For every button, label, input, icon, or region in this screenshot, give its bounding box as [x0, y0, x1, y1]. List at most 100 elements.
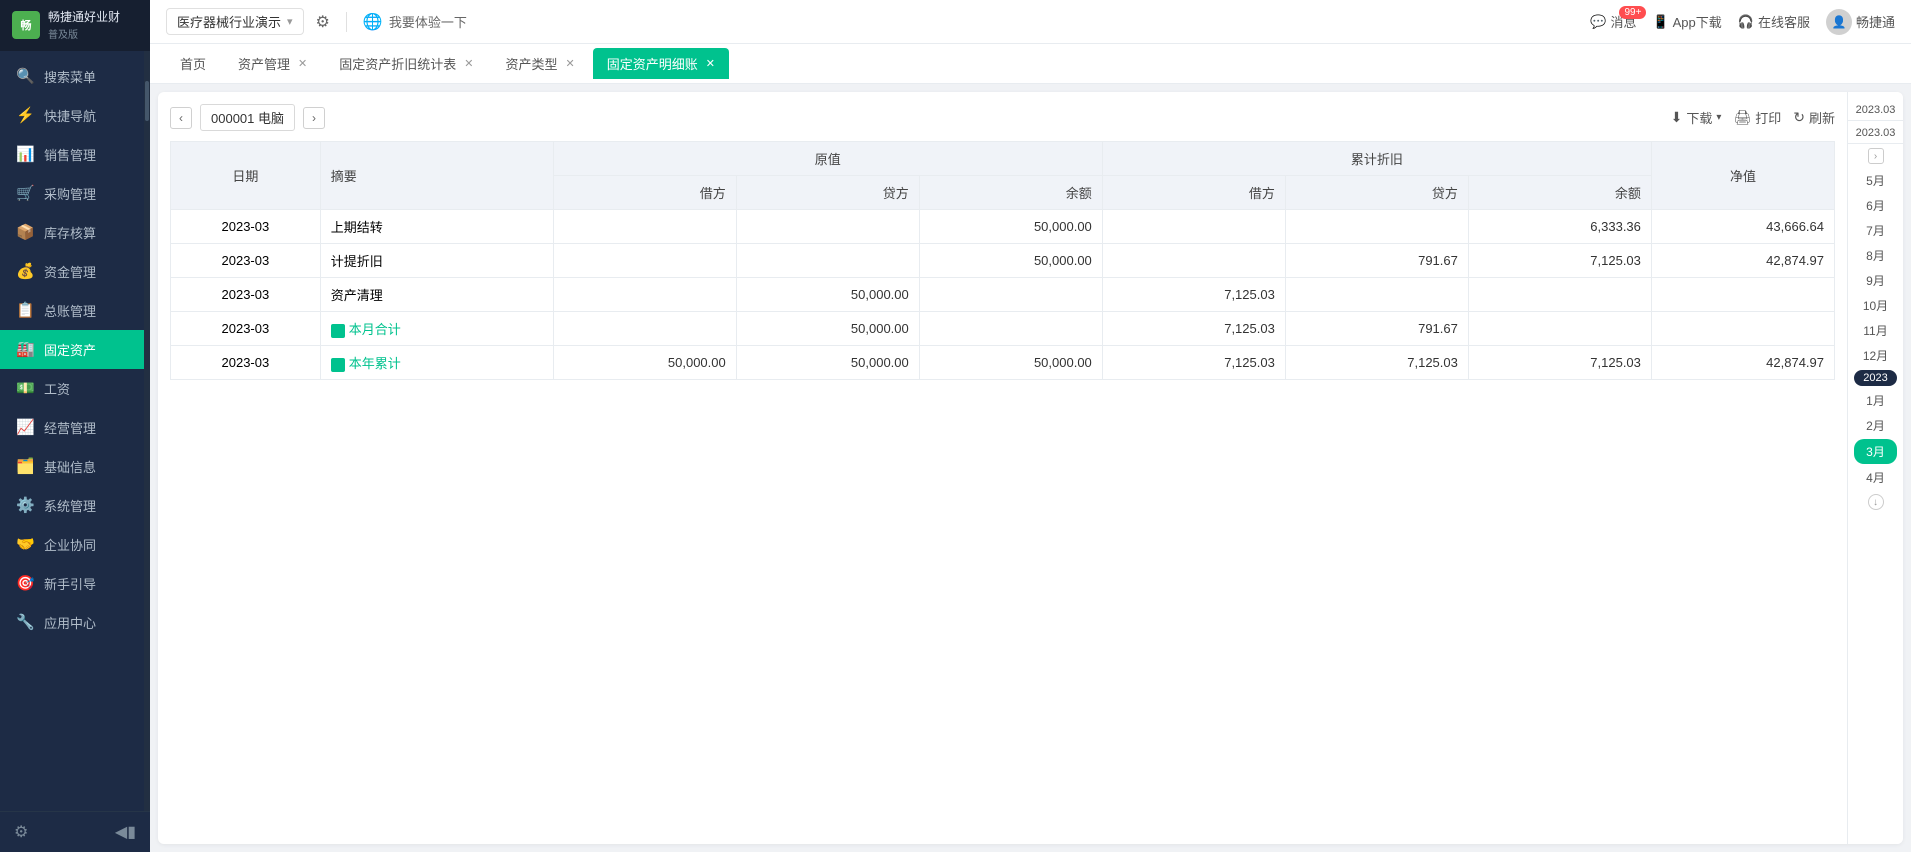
sidebar-item-系统管理[interactable]: ⚙️系统管理 — [0, 486, 144, 525]
sidebar-item-搜索菜单[interactable]: 🔍搜索菜单 — [0, 57, 144, 96]
tab-label-4: 固定资产明细账 — [607, 54, 698, 73]
sidebar-item-新手引导[interactable]: 🎯新手引导 — [0, 564, 144, 603]
sidebar-scrollbar-thumb[interactable] — [145, 81, 149, 121]
sidebar-bottom: ⚙ ◀▮ — [0, 811, 150, 852]
tab-close-2[interactable]: ✕ — [464, 57, 473, 70]
rs-top-date-2: 2023.03 — [1848, 121, 1903, 144]
refresh-icon: ↻ — [1793, 109, 1805, 126]
sidebar-item-采购管理[interactable]: 🛒采购管理 — [0, 174, 144, 213]
rs-month-2023-3月[interactable]: 3月 — [1854, 439, 1897, 464]
sidebar-icon-14: 🔧 — [16, 613, 34, 631]
cell-orig-balance-1: 50,000.00 — [919, 244, 1102, 278]
sidebar-icon-0: 🔍 — [16, 67, 34, 85]
app-download-icon: 📱 — [1652, 14, 1668, 30]
tab-close-3[interactable]: ✕ — [566, 57, 575, 70]
sidebar-label-14: 应用中心 — [44, 613, 96, 632]
tab-label-1: 资产管理 — [238, 54, 290, 73]
cell-net-value-4: 42,874.97 — [1651, 346, 1834, 380]
rs-month-12月[interactable]: 12月 — [1848, 343, 1903, 368]
app-download-btn[interactable]: 📱 App下载 — [1652, 12, 1721, 31]
rs-month-6月[interactable]: 6月 — [1848, 193, 1903, 218]
print-btn[interactable]: 🖨 打印 — [1733, 108, 1781, 127]
refresh-btn[interactable]: ↻ 刷新 — [1793, 108, 1835, 127]
sidebar-item-销售管理[interactable]: 📊销售管理 — [0, 135, 144, 174]
sidebar-item-固定资产[interactable]: 🏭固定资产 — [0, 330, 144, 369]
sidebar: 畅 畅捷通好业财 普及版 🔍搜索菜单⚡快捷导航📊销售管理🛒采购管理📦库存核算💰资… — [0, 0, 150, 852]
experience-btn[interactable]: 🌐 我要体验一下 — [363, 12, 467, 32]
topbar-right: 💬 消息 99+ 📱 App下载 🎧 在线客服 👤 畅捷通 — [1590, 9, 1895, 35]
cell-summary-3: 本月合计 — [320, 312, 553, 346]
settings-icon[interactable]: ⚙ — [14, 822, 28, 842]
cell-orig-credit-4: 50,000.00 — [736, 346, 919, 380]
collapse-sidebar-icon[interactable]: ◀▮ — [115, 822, 136, 842]
tab-label-2: 固定资产折旧统计表 — [339, 54, 456, 73]
prev-asset-btn[interactable]: ‹ — [170, 107, 192, 129]
th-orig-balance: 余额 — [919, 176, 1102, 210]
cell-orig-balance-3 — [919, 312, 1102, 346]
sidebar-item-工资[interactable]: 💵工资 — [0, 369, 144, 408]
tab-2[interactable]: 固定资产折旧统计表 ✕ — [325, 48, 487, 79]
rs-year-label: 2023 — [1854, 370, 1897, 386]
rs-month-7月[interactable]: 7月 — [1848, 218, 1903, 243]
table-area: ‹ 000001 电脑 › ⬇ 下载 ▾ 🖨 打印 ↻ — [158, 92, 1847, 844]
tab-close-1[interactable]: ✕ — [298, 57, 307, 70]
cell-summary-1: 计提折旧 — [320, 244, 553, 278]
cell-orig-balance-0: 50,000.00 — [919, 210, 1102, 244]
rs-month-11月[interactable]: 11月 — [1848, 318, 1903, 343]
tab-0[interactable]: 首页 — [166, 48, 220, 79]
cell-summary-2: 资产清理 — [320, 278, 553, 312]
rs-month-2023-2月[interactable]: 2月 — [1848, 413, 1903, 438]
rs-bottom-expand[interactable]: ↓ — [1868, 494, 1884, 510]
table-row-0: 2023-03 上期结转 50,000.00 6,333.36 43,666.6… — [171, 210, 1835, 244]
sidebar-icon-11: ⚙️ — [16, 496, 34, 514]
sidebar-label-5: 资金管理 — [44, 262, 96, 281]
rs-month-9月[interactable]: 9月 — [1848, 268, 1903, 293]
notification-btn[interactable]: 💬 消息 99+ — [1590, 12, 1636, 31]
sidebar-item-资金管理[interactable]: 💰资金管理 — [0, 252, 144, 291]
user-profile-btn[interactable]: 👤 畅捷通 — [1826, 9, 1895, 35]
sidebar-item-经营管理[interactable]: 📈经营管理 — [0, 408, 144, 447]
sidebar-item-应用中心[interactable]: 🔧 应用中心 — [0, 603, 144, 642]
sidebar-item-企业协同[interactable]: 🤝企业协同 — [0, 525, 144, 564]
rs-month-2023-1月[interactable]: 1月 — [1848, 388, 1903, 413]
sidebar-item-库存核算[interactable]: 📦库存核算 — [0, 213, 144, 252]
tab-1[interactable]: 资产管理 ✕ — [224, 48, 321, 79]
rs-month-10月[interactable]: 10月 — [1848, 293, 1903, 318]
sidebar-icon-9: 📈 — [16, 418, 34, 436]
cell-net-value-1: 42,874.97 — [1651, 244, 1834, 278]
rs-month-2023-4月[interactable]: 4月 — [1848, 465, 1903, 490]
topbar-divider — [346, 12, 347, 32]
cell-accum-balance-1: 7,125.03 — [1468, 244, 1651, 278]
cell-orig-credit-2: 50,000.00 — [736, 278, 919, 312]
rs-collapse-icon[interactable]: › — [1868, 148, 1884, 164]
settings-gear-icon[interactable]: ⚙ — [316, 12, 330, 32]
customer-service-icon: 🎧 — [1738, 14, 1754, 30]
rs-month-5月[interactable]: 5月 — [1848, 168, 1903, 193]
next-asset-btn[interactable]: › — [303, 107, 325, 129]
rs-month-8月[interactable]: 8月 — [1848, 243, 1903, 268]
th-accum-credit: 贷方 — [1285, 176, 1468, 210]
rs-expand-btn-top[interactable]: 2023.03 — [1848, 98, 1903, 121]
cell-accum-debit-3: 7,125.03 — [1102, 312, 1285, 346]
sidebar-label-4: 库存核算 — [44, 223, 96, 242]
tab-close-4[interactable]: ✕ — [706, 57, 715, 70]
sidebar-item-总账管理[interactable]: 📋总账管理 — [0, 291, 144, 330]
content-area: ‹ 000001 电脑 › ⬇ 下载 ▾ 🖨 打印 ↻ — [158, 92, 1903, 844]
topbar: 医疗器械行业演示 ▾ ⚙ 🌐 我要体验一下 💬 消息 99+ 📱 App下载 🎧… — [150, 0, 1911, 44]
download-btn[interactable]: ⬇ 下载 ▾ — [1671, 108, 1722, 127]
th-date: 日期 — [171, 142, 321, 210]
cell-accum-credit-0 — [1285, 210, 1468, 244]
company-selector[interactable]: 医疗器械行业演示 ▾ — [166, 8, 304, 35]
sidebar-item-基础信息[interactable]: 🗂️基础信息 — [0, 447, 144, 486]
sidebar-item-快捷导航[interactable]: ⚡快捷导航 — [0, 96, 144, 135]
print-icon: 🖨 — [1733, 109, 1751, 126]
cell-orig-debit-0 — [553, 210, 736, 244]
customer-service-btn[interactable]: 🎧 在线客服 — [1738, 12, 1810, 31]
asset-code[interactable]: 000001 电脑 — [200, 104, 295, 131]
tab-3[interactable]: 资产类型✕ — [491, 48, 588, 79]
notification-badge: 99+ — [1619, 6, 1646, 19]
cell-accum-credit-2 — [1285, 278, 1468, 312]
cell-orig-debit-2 — [553, 278, 736, 312]
cell-accum-debit-0 — [1102, 210, 1285, 244]
tab-4[interactable]: 固定资产明细账 ✕ — [593, 48, 729, 79]
